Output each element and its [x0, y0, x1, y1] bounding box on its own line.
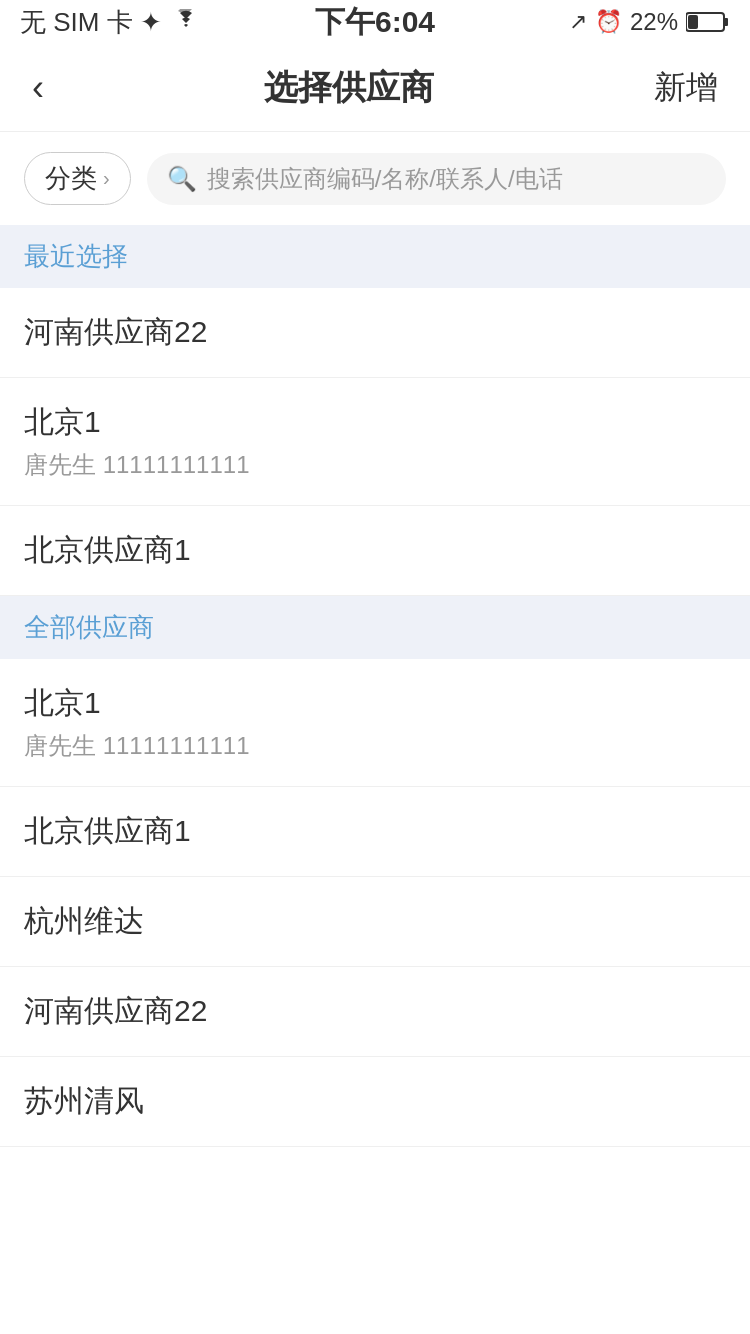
- item-sub: 唐先生 11111111111: [24, 449, 726, 481]
- search-icon: 🔍: [167, 165, 197, 193]
- list-item[interactable]: 北京供应商1: [0, 787, 750, 877]
- search-placeholder: 搜索供应商编码/名称/联系人/电话: [207, 163, 563, 195]
- chevron-right-icon: ›: [103, 167, 110, 190]
- item-name: 杭州维达: [24, 901, 726, 942]
- list-item[interactable]: 北京1 唐先生 11111111111: [0, 378, 750, 506]
- item-name: 河南供应商22: [24, 312, 726, 353]
- alarm-icon: ⏰: [595, 9, 622, 35]
- battery-text: 22%: [630, 8, 678, 36]
- nav-bar: ‹ 选择供应商 新增: [0, 44, 750, 132]
- search-box[interactable]: 🔍 搜索供应商编码/名称/联系人/电话: [147, 153, 726, 205]
- recent-section-header: 最近选择: [0, 225, 750, 288]
- list-item[interactable]: 河南供应商22: [0, 967, 750, 1057]
- all-list: 北京1 唐先生 11111111111 北京供应商1 杭州维达河南供应商22 苏州清风: [0, 659, 750, 1147]
- recent-section-label: 最近选择: [24, 241, 128, 271]
- list-item[interactable]: 北京供应商1: [0, 506, 750, 596]
- list-item[interactable]: 杭州维达: [0, 877, 750, 967]
- item-sub: 唐先生 11111111111: [24, 730, 726, 762]
- filter-bar: 分类 › 🔍 搜索供应商编码/名称/联系人/电话: [0, 132, 750, 225]
- category-filter[interactable]: 分类 ›: [24, 152, 131, 205]
- location-icon: ↗: [569, 9, 587, 35]
- item-name: 苏州清风: [24, 1081, 726, 1122]
- category-label: 分类: [45, 161, 97, 196]
- list-item[interactable]: 苏州清风: [0, 1057, 750, 1147]
- page-title: 选择供应商: [264, 65, 434, 111]
- item-name: 北京供应商1: [24, 530, 726, 571]
- back-button[interactable]: ‹: [32, 67, 44, 109]
- svg-rect-2: [688, 15, 698, 29]
- list-item[interactable]: 河南供应商22: [0, 288, 750, 378]
- all-section-label: 全部供应商: [24, 612, 154, 642]
- item-name: 河南供应商22: [24, 991, 726, 1032]
- list-item[interactable]: 北京1 唐先生 11111111111: [0, 659, 750, 787]
- no-sim-text: 无 SIM 卡 ✦: [20, 5, 162, 40]
- all-section-header: 全部供应商: [0, 596, 750, 659]
- wifi-icon: [170, 7, 202, 38]
- item-name: 北京1: [24, 683, 726, 724]
- svg-rect-1: [724, 18, 728, 26]
- status-left: 无 SIM 卡 ✦: [20, 5, 202, 40]
- status-time: 下午6:04: [315, 2, 435, 43]
- status-right: ↗ ⏰ 22%: [569, 8, 730, 36]
- item-name: 北京1: [24, 402, 726, 443]
- add-button[interactable]: 新增: [654, 66, 718, 110]
- battery-icon: [686, 11, 730, 33]
- recent-list: 河南供应商22 北京1 唐先生 11111111111 北京供应商1: [0, 288, 750, 596]
- item-name: 北京供应商1: [24, 811, 726, 852]
- status-bar: 无 SIM 卡 ✦ 下午6:04 ↗ ⏰ 22%: [0, 0, 750, 44]
